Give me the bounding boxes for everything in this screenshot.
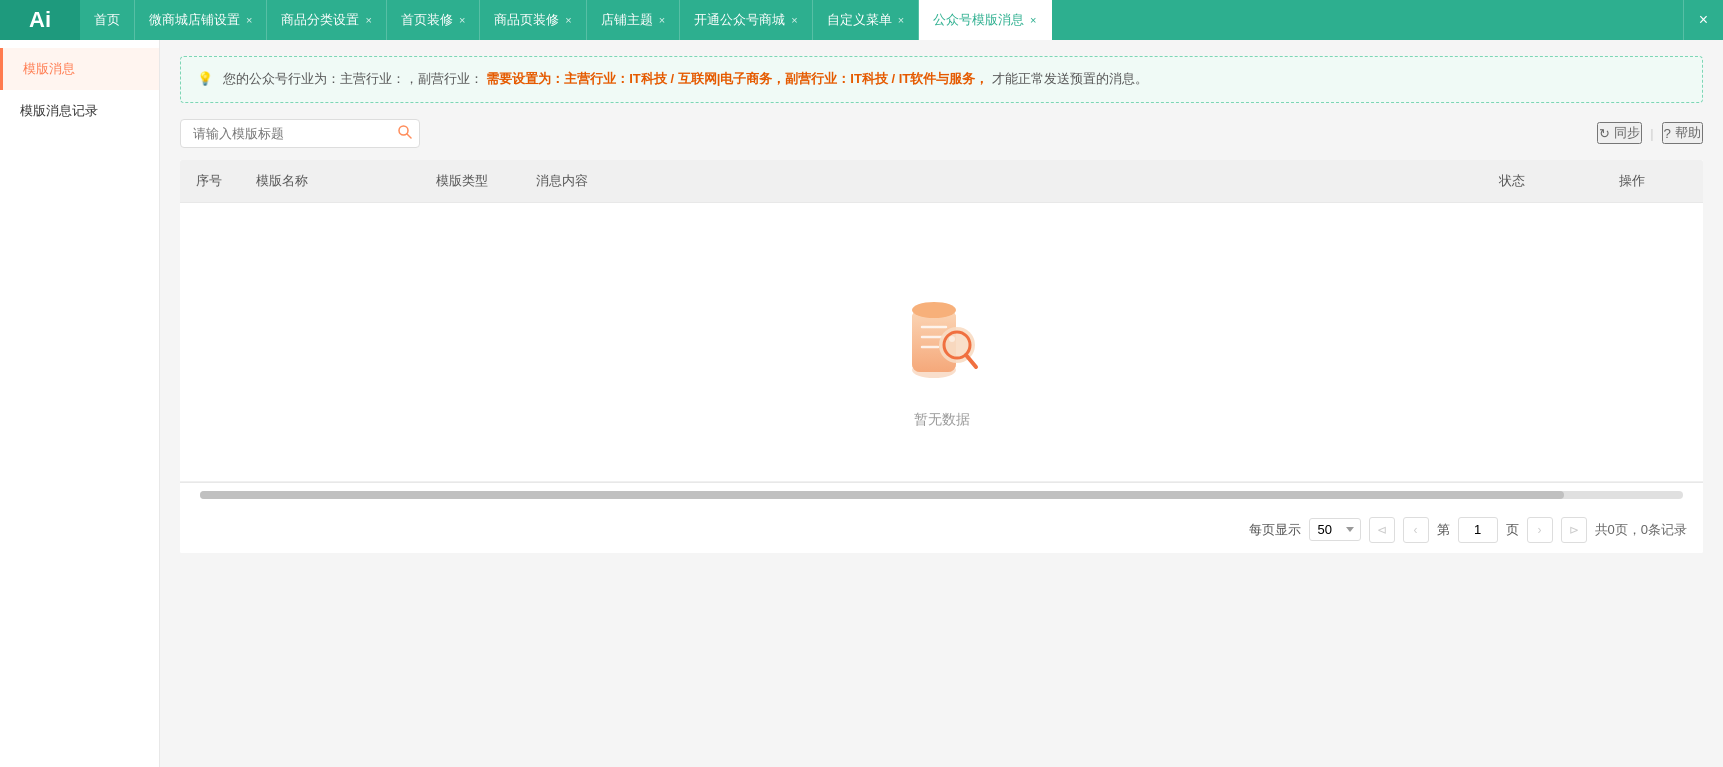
scrollbar-track[interactable] [200,491,1683,499]
svg-line-1 [407,134,411,138]
table-col-5: 操作 [1603,160,1703,203]
nav-tab-label-2: 商品分类设置 [281,11,359,29]
scrollbar-thumb[interactable] [200,491,1564,499]
nav-tab-3[interactable]: 首页装修 × [387,0,480,40]
page-body: 模版消息模版消息记录 💡 您的公众号行业为：主营行业：，副营行业： 需要设置为：… [0,40,1723,767]
table-col-3: 消息内容 [520,160,1483,203]
bulb-icon: 💡 [197,71,213,86]
next-page-button[interactable]: › [1527,517,1553,543]
table-col-2: 模版类型 [420,160,520,203]
table-wrapper: 序号模版名称模版类型消息内容状态操作 [180,160,1703,553]
empty-text: 暂无数据 [196,411,1687,429]
help-icon: ? [1664,126,1671,141]
sidebar: 模版消息模版消息记录 [0,40,160,767]
notice-box: 💡 您的公众号行业为：主营行业：，副营行业： 需要设置为：主营行业：IT科技 /… [180,56,1703,103]
page-suffix: 页 [1506,521,1519,539]
nav-tab-close-5[interactable]: × [659,14,665,26]
nav-tab-1[interactable]: 微商城店铺设置 × [135,0,267,40]
nav-tab-close-7[interactable]: × [898,14,904,26]
scrollbar-area [180,482,1703,507]
nav-tab-close-4[interactable]: × [565,14,571,26]
page-size-select[interactable]: 102050100 [1309,518,1361,541]
table-body: 暂无数据 [180,202,1703,481]
sync-label: 同步 [1614,124,1640,142]
nav-tab-close-3[interactable]: × [459,14,465,26]
table-col-0: 序号 [180,160,240,203]
search-bar: ↻ 同步 | ? 帮助 [180,119,1703,148]
empty-state: 暂无数据 [196,215,1687,469]
last-page-button[interactable]: ⊳ [1561,517,1587,543]
pagination: 每页显示 102050100 ⊲ ‹ 第 页 › ⊳ 共0页，0条记录 [180,507,1703,553]
top-nav: Ai 首页微商城店铺设置×商品分类设置×首页装修×商品页装修×店铺主题×开通公众… [0,0,1723,40]
divider: | [1650,126,1653,141]
nav-tab-label-1: 微商城店铺设置 [149,11,240,29]
current-page-prefix: 第 [1437,521,1450,539]
nav-tab-label-8: 公众号模版消息 [933,11,1024,29]
nav-tab-close-8[interactable]: × [1030,14,1036,26]
main-content: 💡 您的公众号行业为：主营行业：，副营行业： 需要设置为：主营行业：IT科技 /… [160,40,1723,767]
svg-line-11 [966,355,976,367]
notice-highlight: 需要设置为：主营行业：IT科技 / 互联网|电子商务，副营行业：IT科技 / I… [486,71,988,86]
table-col-1: 模版名称 [240,160,420,203]
table-col-4: 状态 [1483,160,1603,203]
search-input[interactable] [180,119,420,148]
help-button[interactable]: ? 帮助 [1662,122,1703,144]
nav-tab-label-5: 店铺主题 [601,11,653,29]
table-head: 序号模版名称模版类型消息内容状态操作 [180,160,1703,203]
nav-tab-8[interactable]: 公众号模版消息 × [919,0,1051,40]
sync-icon: ↻ [1599,126,1610,141]
empty-row: 暂无数据 [180,202,1703,481]
sync-button[interactable]: ↻ 同步 [1597,122,1642,144]
nav-tab-5[interactable]: 店铺主题 × [587,0,680,40]
nav-tab-7[interactable]: 自定义菜单 × [813,0,919,40]
nav-tab-2[interactable]: 商品分类设置 × [267,0,386,40]
search-actions: ↻ 同步 | ? 帮助 [1597,122,1703,144]
nav-tabs: 首页微商城店铺设置×商品分类设置×首页装修×商品页装修×店铺主题×开通公众号商城… [80,0,1683,40]
nav-tab-close-1[interactable]: × [246,14,252,26]
nav-tab-6[interactable]: 开通公众号商城 × [680,0,812,40]
svg-point-5 [912,302,956,318]
notice-suffix: 才能正常发送预置的消息。 [992,71,1148,86]
empty-icon [882,275,1002,395]
empty-cell: 暂无数据 [180,202,1703,481]
nav-tab-close-2[interactable]: × [365,14,371,26]
search-button[interactable] [397,124,412,142]
nav-tab-0[interactable]: 首页 [80,0,135,40]
data-table: 序号模版名称模版类型消息内容状态操作 [180,160,1703,482]
page-size-label: 每页显示 [1249,521,1301,539]
search-input-wrap [180,119,420,148]
table-header-row: 序号模版名称模版类型消息内容状态操作 [180,160,1703,203]
total-info: 共0页，0条记录 [1595,521,1687,539]
nav-tab-label-6: 开通公众号商城 [694,11,785,29]
nav-tab-label-3: 首页装修 [401,11,453,29]
first-page-button[interactable]: ⊲ [1369,517,1395,543]
global-close-button[interactable]: × [1683,0,1723,40]
search-icon [397,124,412,139]
nav-tab-4[interactable]: 商品页装修 × [480,0,586,40]
nav-tab-close-6[interactable]: × [791,14,797,26]
notice-prefix: 您的公众号行业为：主营行业：，副营行业： [223,71,483,86]
nav-tab-label-4: 商品页装修 [494,11,559,29]
help-label: 帮助 [1675,124,1701,142]
sidebar-item-0[interactable]: 模版消息 [0,48,159,90]
svg-point-12 [949,336,955,342]
nav-tab-label-0: 首页 [94,11,120,29]
nav-tab-label-7: 自定义菜单 [827,11,892,29]
logo: Ai [0,0,80,40]
page-number-input[interactable] [1458,517,1498,543]
prev-page-button[interactable]: ‹ [1403,517,1429,543]
sidebar-item-1[interactable]: 模版消息记录 [0,90,159,132]
